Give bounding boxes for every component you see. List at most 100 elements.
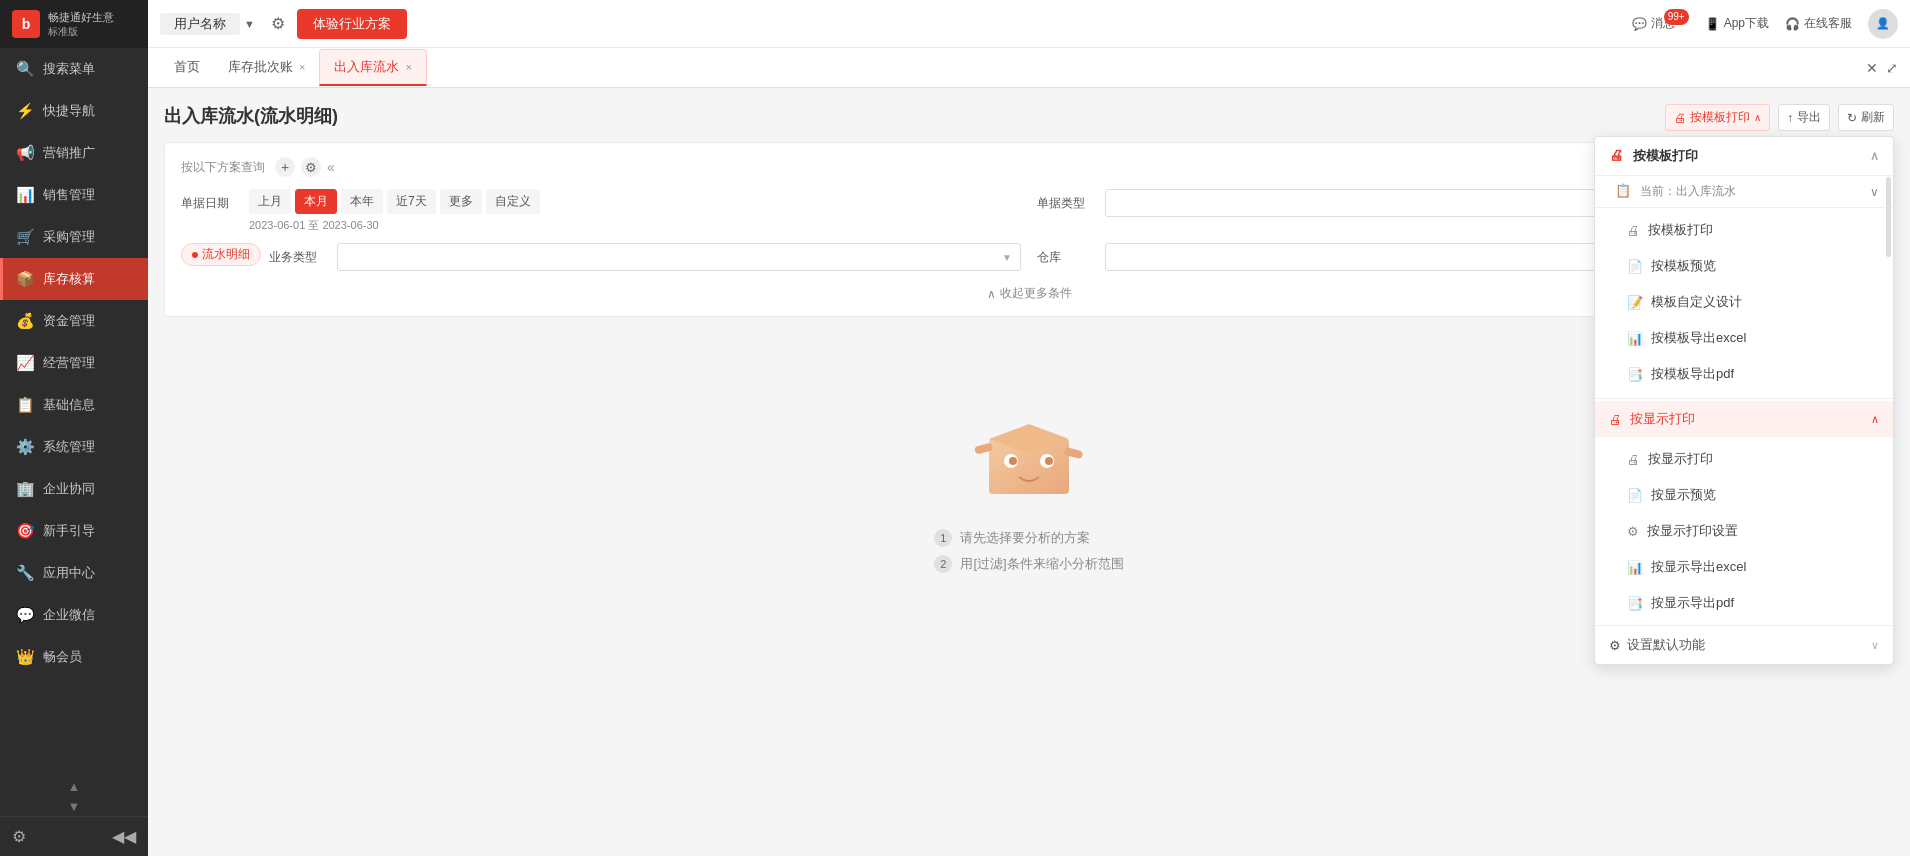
sales-icon: 📊 (15, 185, 35, 205)
sidebar-item-system[interactable]: ⚙️ 系统管理 (0, 426, 148, 468)
sidebar-item-vip[interactable]: 👑 畅会员 (0, 636, 148, 678)
dropdown-item-template-print[interactable]: 🖨 按模板打印 (1595, 212, 1893, 248)
sidebar-item-guide[interactable]: 🎯 新手引导 (0, 510, 148, 552)
headset-icon: 🎧 (1785, 17, 1800, 31)
dropdown-section-2-header[interactable]: 🖨 按显示打印 ∧ (1595, 401, 1893, 437)
date-tab-last-month[interactable]: 上月 (249, 189, 291, 214)
dropdown-item-display-print[interactable]: 🖨 按显示打印 (1595, 441, 1893, 477)
dropdown-item-template-preview[interactable]: 📄 按模板预览 (1595, 248, 1893, 284)
dropdown-section-1: 🖨 按模板打印 📄 按模板预览 📝 模板自定义设计 📊 按模板导出excel 📑 (1595, 208, 1893, 396)
page-actions: 🖨 按模板打印 ∧ ↑ 导出 ↻ 刷新 (1665, 104, 1894, 131)
sidebar-nav: 🔍 搜索菜单 ⚡ 快捷导航 📢 营销推广 📊 销售管理 🛒 采购管理 📦 库存核… (0, 48, 148, 776)
display-preview-icon: 📄 (1627, 488, 1643, 503)
print-template-button[interactable]: 🖨 按模板打印 ∧ (1665, 104, 1770, 131)
date-tab-custom[interactable]: 自定义 (486, 189, 540, 214)
dropdown-item-template-custom[interactable]: 📝 模板自定义设计 (1595, 284, 1893, 320)
sidebar-item-search[interactable]: 🔍 搜索菜单 (0, 48, 148, 90)
sidebar-scroll-down[interactable]: ▼ (0, 796, 148, 816)
purchase-icon: 🛒 (15, 227, 35, 247)
filter-collapse-button[interactable]: « (327, 159, 335, 175)
app-download-button[interactable]: 📱 App下载 (1705, 15, 1769, 32)
sidebar-item-app-center[interactable]: 🔧 应用中心 (0, 552, 148, 594)
empty-step-1: 1 请先选择要分析的方案 (934, 529, 1123, 547)
empty-steps: 1 请先选择要分析的方案 2 用[过滤]条件来缩小分析范围 (934, 529, 1123, 581)
dropdown-separator (1595, 398, 1893, 399)
sidebar-item-label: 应用中心 (43, 564, 95, 582)
tab-home[interactable]: 首页 (160, 50, 214, 86)
topbar-username[interactable]: 用户名称 (160, 13, 240, 35)
dropdown-item-display-export-excel[interactable]: 📊 按显示导出excel (1595, 549, 1893, 585)
date-tab-current-year[interactable]: 本年 (341, 189, 383, 214)
sidebar-item-sales[interactable]: 📊 销售管理 (0, 174, 148, 216)
online-service-button[interactable]: 🎧 在线客服 (1785, 15, 1852, 32)
dropdown-item-display-preview[interactable]: 📄 按显示预览 (1595, 477, 1893, 513)
sidebar-item-finance[interactable]: 💰 资金管理 (0, 300, 148, 342)
guide-icon: 🎯 (15, 521, 35, 541)
sidebar-item-purchase[interactable]: 🛒 采购管理 (0, 216, 148, 258)
biz-type-select[interactable]: ▼ (337, 243, 1021, 271)
filter-add-button[interactable]: + (275, 157, 295, 177)
display-excel-icon: 📊 (1627, 560, 1643, 575)
logo-icon: b (12, 10, 40, 38)
page-title: 出入库流水(流水明细) (164, 104, 1894, 128)
dropdown-scrollbar[interactable] (1886, 177, 1891, 257)
footer-collapse-icon[interactable]: ◀◀ (112, 827, 136, 846)
main-area: 用户名称 ▼ ⚙ 体验行业方案 💬 消息 99+ 📱 App下载 🎧 在线客服 … (148, 0, 1910, 856)
sidebar-item-quick-nav[interactable]: ⚡ 快捷导航 (0, 90, 148, 132)
current-template[interactable]: 📋 当前：出入库流水 ∨ (1595, 176, 1893, 208)
sidebar-item-operations[interactable]: 📈 经营管理 (0, 342, 148, 384)
trial-button[interactable]: 体验行业方案 (297, 9, 407, 39)
wechat-icon: 💬 (15, 605, 35, 625)
date-tab-more[interactable]: 更多 (440, 189, 482, 214)
footer-settings-icon[interactable]: ⚙ (12, 827, 26, 846)
tab-close-all-icon[interactable]: ✕ (1866, 60, 1878, 76)
tab-batch-account[interactable]: 库存批次账 × (214, 50, 319, 86)
operations-icon: 📈 (15, 353, 35, 373)
tab-close-batch[interactable]: × (299, 61, 305, 73)
display-pdf-icon: 📑 (1627, 596, 1643, 611)
sidebar-item-wechat[interactable]: 💬 企业微信 (0, 594, 148, 636)
date-tab-current-month[interactable]: 本月 (295, 189, 337, 214)
topbar-gear-icon[interactable]: ⚙ (271, 14, 285, 33)
dropdown-header[interactable]: 🖨 按模板打印 ∧ (1595, 137, 1893, 176)
dropdown-default-setting[interactable]: ⚙ 设置默认功能 (1609, 636, 1705, 654)
tab-flow[interactable]: 出入库流水 × (319, 49, 426, 86)
app-center-icon: 🔧 (15, 563, 35, 583)
refresh-button[interactable]: ↻ 刷新 (1838, 104, 1894, 131)
dropdown-section-2: 🖨 按显示打印 📄 按显示预览 ⚙ 按显示打印设置 📊 按显示导出excel 📑 (1595, 437, 1893, 625)
template-excel-icon: 📊 (1627, 331, 1643, 346)
template-pdf-icon: 📑 (1627, 367, 1643, 382)
topbar: 用户名称 ▼ ⚙ 体验行业方案 💬 消息 99+ 📱 App下载 🎧 在线客服 … (148, 0, 1910, 48)
biz-type-label: 业务类型 (269, 243, 329, 266)
step-num-1: 1 (934, 529, 952, 547)
tab-close-flow[interactable]: × (405, 61, 411, 73)
sidebar-item-enterprise[interactable]: 🏢 企业协同 (0, 468, 148, 510)
sidebar-item-marketing[interactable]: 📢 营销推广 (0, 132, 148, 174)
sidebar-item-label: 快捷导航 (43, 102, 95, 120)
dropdown-item-display-export-pdf[interactable]: 📑 按显示导出pdf (1595, 585, 1893, 621)
message-button[interactable]: 💬 消息 99+ (1632, 15, 1675, 32)
sidebar-item-base-info[interactable]: 📋 基础信息 (0, 384, 148, 426)
filter-setting-button[interactable]: ⚙ (301, 157, 321, 177)
dropdown-item-display-print-settings[interactable]: ⚙ 按显示打印设置 (1595, 513, 1893, 549)
export-button[interactable]: ↑ 导出 (1778, 104, 1830, 131)
dropdown-bottom-arrow: ∨ (1871, 639, 1879, 652)
section2-arrow: ∧ (1871, 413, 1879, 426)
sidebar-logo: b 畅捷通好生意 标准版 (0, 0, 148, 48)
dropdown-item-template-export-pdf[interactable]: 📑 按模板导出pdf (1595, 356, 1893, 392)
sidebar-item-inventory[interactable]: 📦 库存核算 (0, 258, 148, 300)
tab-expand-icon[interactable]: ⤢ (1886, 60, 1898, 76)
dropdown-item-template-export-excel[interactable]: 📊 按模板导出excel (1595, 320, 1893, 356)
sidebar-scroll-up[interactable]: ▲ (0, 776, 148, 796)
avatar[interactable]: 👤 (1868, 9, 1898, 39)
template-preview-icon: 📄 (1627, 259, 1643, 274)
sidebar-item-label: 企业协同 (43, 480, 95, 498)
export-icon: ↑ (1787, 111, 1793, 125)
date-tab-last-7days[interactable]: 近7天 (387, 189, 436, 214)
collapse-more-btn[interactable]: ∧ 收起更多条件 (987, 285, 1072, 302)
topbar-right: 💬 消息 99+ 📱 App下载 🎧 在线客服 👤 (1632, 9, 1898, 39)
flow-detail-tag[interactable]: 流水明细 (181, 243, 261, 266)
topbar-user[interactable]: 用户名称 ▼ (160, 13, 255, 35)
enterprise-icon: 🏢 (15, 479, 35, 499)
collapse-icon: ∧ (987, 287, 996, 301)
